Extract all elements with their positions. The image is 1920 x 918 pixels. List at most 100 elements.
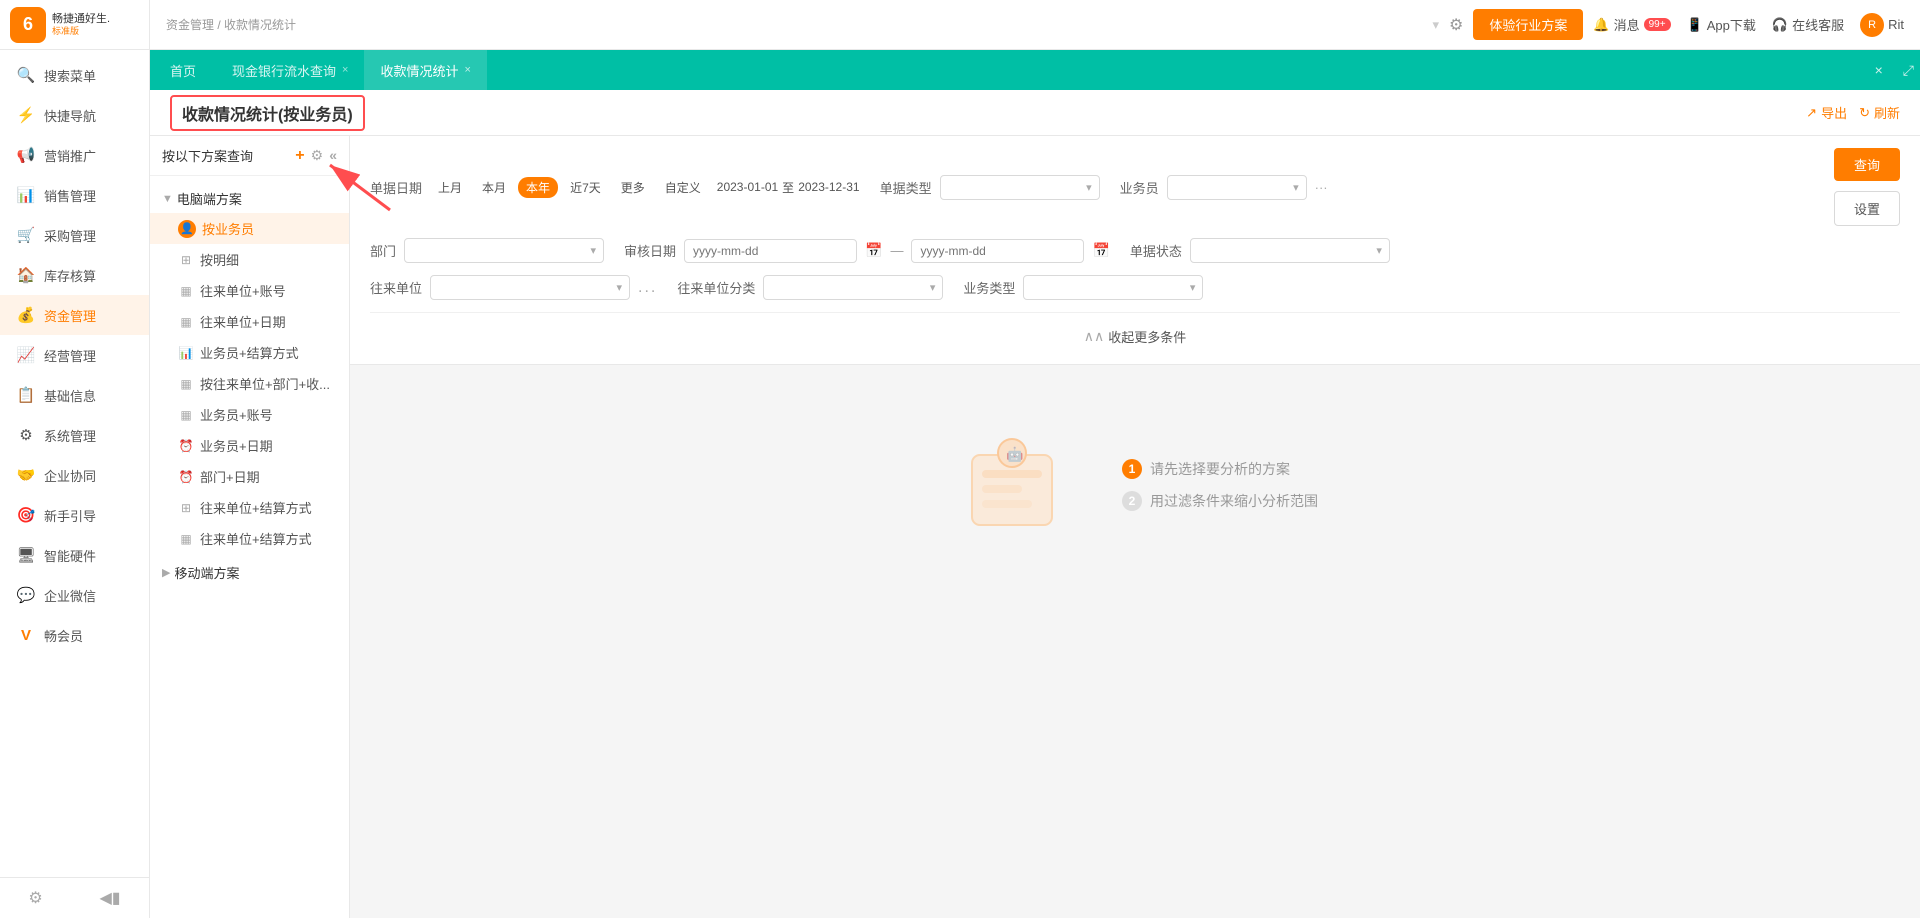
mobile-section-header[interactable]: ▶ 移动端方案 xyxy=(150,558,349,587)
sidebar-item-basic[interactable]: 📋 基础信息 xyxy=(0,375,149,415)
scheme-dept-date[interactable]: ⏰ 部门+日期 xyxy=(150,461,349,492)
tab-bank[interactable]: 现金银行流水查询 × xyxy=(216,50,364,90)
scheme-unit-dept[interactable]: ▦ 按往来单位+部门+收... xyxy=(150,368,349,399)
user-avatar[interactable]: R Rit xyxy=(1860,13,1904,37)
dept-label: 部门 xyxy=(370,241,396,260)
filter-row-2: 部门 审核日期 📅 — 📅 xyxy=(370,238,1900,263)
message-badge: 99+ xyxy=(1644,18,1671,31)
refresh-button[interactable]: ↻ 刷新 xyxy=(1859,103,1900,122)
shortcut-icon: ⚡ xyxy=(16,105,36,125)
page-title: 收款情况统计(按业务员) xyxy=(170,95,365,131)
panel-actions: + ⚙ « xyxy=(295,147,337,165)
partner-category-select[interactable] xyxy=(763,275,943,300)
sidebar-item-marketing[interactable]: 📢 营销推广 xyxy=(0,135,149,175)
sidebar-item-search[interactable]: 🔍 搜索菜单 xyxy=(0,55,149,95)
scheme-unit-account[interactable]: ▦ 往来单位+账号 xyxy=(150,275,349,306)
query-button[interactable]: 查询 xyxy=(1834,148,1900,181)
export-button[interactable]: ↗ 导出 xyxy=(1806,103,1847,122)
doc-status-filter: 单据状态 xyxy=(1130,238,1390,263)
scheme-staff-settle[interactable]: 📊 业务员+结算方式 xyxy=(150,337,349,368)
tab-bank-close[interactable]: × xyxy=(342,64,348,76)
empty-illustration: 🤖 xyxy=(952,425,1072,545)
purchase-icon: 🛒 xyxy=(16,225,36,245)
sidebar-item-member[interactable]: V 畅会员 xyxy=(0,615,149,655)
sidebar-item-sales[interactable]: 📊 销售管理 xyxy=(0,175,149,215)
window-close-btn[interactable]: × xyxy=(1869,62,1889,78)
date-tab-more[interactable]: 更多 xyxy=(613,177,653,198)
partner-select[interactable] xyxy=(430,275,630,300)
settings-footer-btn[interactable]: ⚙ xyxy=(28,888,42,908)
sidebar-item-wechat[interactable]: 💬 企业微信 xyxy=(0,575,149,615)
sidebar-item-hardware[interactable]: 🖥 智能硬件 xyxy=(0,535,149,575)
scheme-unit-settle1[interactable]: ⊞ 往来单位+结算方式 xyxy=(150,492,349,523)
filter-area: 单据日期 上月 本月 本年 近7天 更多 自定义 2023-01-01 至 xyxy=(350,136,1920,365)
scheme-by-detail[interactable]: ⊞ 按明细 xyxy=(150,244,349,275)
sidebar-item-inventory[interactable]: 🏠 库存核算 xyxy=(0,255,149,295)
sidebar-item-capital[interactable]: 💰 资金管理 xyxy=(0,295,149,335)
sidebar-item-operation[interactable]: 📈 经营管理 xyxy=(0,335,149,375)
tab-receipt[interactable]: 收款情况统计 × xyxy=(364,50,486,90)
topbar-gear-icon[interactable]: ⚙ xyxy=(1449,15,1463,35)
date-tab-last-month[interactable]: 上月 xyxy=(430,177,470,198)
empty-step-2: 2 用过滤条件来缩小分析范围 xyxy=(1122,491,1318,511)
partner-category-filter: 往来单位分类 xyxy=(677,275,943,300)
tab-home[interactable]: 首页 xyxy=(150,50,216,90)
partner-more-dots[interactable]: ... xyxy=(638,279,657,297)
dept-select[interactable] xyxy=(404,238,604,263)
trial-button[interactable]: 体验行业方案 xyxy=(1473,9,1583,40)
message-action[interactable]: 🔔 消息 99+ xyxy=(1593,15,1670,34)
collapse-sidebar-btn[interactable]: ◀▮ xyxy=(99,888,120,908)
desktop-section-header[interactable]: ▼ 电脑端方案 xyxy=(150,184,349,213)
review-date-label: 审核日期 xyxy=(624,241,676,260)
staff-more-dots[interactable]: ··· xyxy=(1315,180,1328,195)
date-tab-custom[interactable]: 自定义 xyxy=(657,177,709,198)
panel-collapse-btn[interactable]: « xyxy=(329,147,337,165)
scheme-staff-date[interactable]: ⏰ 业务员+日期 xyxy=(150,430,349,461)
sidebar-item-corp[interactable]: 🤝 企业协同 xyxy=(0,455,149,495)
add-scheme-btn[interactable]: + xyxy=(295,147,304,165)
date-label: 单据日期 xyxy=(370,178,422,197)
corp-icon: 🤝 xyxy=(16,465,36,485)
date-filter: 单据日期 上月 本月 本年 近7天 更多 自定义 2023-01-01 至 xyxy=(370,177,860,198)
step-num-1: 1 xyxy=(1122,459,1142,479)
date-tab-this-month[interactable]: 本月 xyxy=(474,177,514,198)
online-service-action[interactable]: 🎧 在线客服 xyxy=(1772,15,1844,34)
review-to-input[interactable] xyxy=(911,239,1084,263)
date-tab-last7[interactable]: 近7天 xyxy=(562,177,609,198)
sidebar-footer: ⚙ ◀▮ xyxy=(0,877,149,918)
doc-status-select[interactable] xyxy=(1190,238,1390,263)
collapse-button[interactable]: ∧∧ 收起更多条件 xyxy=(370,321,1900,352)
scheme-settings-btn[interactable]: ⚙ xyxy=(311,147,324,165)
biz-type-select[interactable] xyxy=(1023,275,1203,300)
scheme-unit-settle2[interactable]: ▦ 往来单位+结算方式 xyxy=(150,523,349,554)
scheme-staff-account[interactable]: ▦ 业务员+账号 xyxy=(150,399,349,430)
date-tab-this-year[interactable]: 本年 xyxy=(518,177,558,198)
sidebar-nav: 🔍 搜索菜单 ⚡ 快捷导航 📢 营销推广 📊 销售管理 🛒 采购管理 🏠 库存核… xyxy=(0,50,149,877)
scheme-unit-date[interactable]: ▦ 往来单位+日期 xyxy=(150,306,349,337)
sidebar-item-purchase[interactable]: 🛒 采购管理 xyxy=(0,215,149,255)
date-to-value: 2023-12-31 xyxy=(798,180,859,194)
window-controls: × ⤢ xyxy=(1869,50,1920,90)
partner-category-select-wrapper xyxy=(763,275,943,300)
biz-type-label: 业务类型 xyxy=(963,278,1015,297)
tab-receipt-close[interactable]: × xyxy=(464,64,470,76)
doc-status-label: 单据状态 xyxy=(1130,241,1182,260)
right-panel: 单据日期 上月 本月 本年 近7天 更多 自定义 2023-01-01 至 xyxy=(350,136,1920,918)
review-from-input[interactable] xyxy=(684,239,857,263)
sidebar-item-shortcut[interactable]: ⚡ 快捷导航 xyxy=(0,95,149,135)
guide-icon: 🎯 xyxy=(16,505,36,525)
collapse-area: ∧∧ 收起更多条件 xyxy=(370,312,1900,352)
calendar-to-icon[interactable]: 📅 xyxy=(1092,242,1109,259)
doc-type-select[interactable] xyxy=(940,175,1100,200)
sidebar-item-guide[interactable]: 🎯 新手引导 xyxy=(0,495,149,535)
scheme-by-staff[interactable]: 👤 按业务员 xyxy=(150,213,349,244)
empty-step-1: 1 请先选择要分析的方案 xyxy=(1122,459,1318,479)
sidebar-item-system[interactable]: ⚙ 系统管理 xyxy=(0,415,149,455)
window-maximize-btn[interactable]: ⤢ xyxy=(1897,62,1920,79)
partner-select-wrapper xyxy=(430,275,630,300)
calendar-from-icon[interactable]: 📅 xyxy=(865,242,882,259)
svg-text:🤖: 🤖 xyxy=(1006,446,1023,463)
app-download-action[interactable]: 📱 App下载 xyxy=(1687,15,1756,34)
staff-select[interactable] xyxy=(1167,175,1307,200)
filter-settings-button[interactable]: 设置 xyxy=(1834,191,1900,226)
